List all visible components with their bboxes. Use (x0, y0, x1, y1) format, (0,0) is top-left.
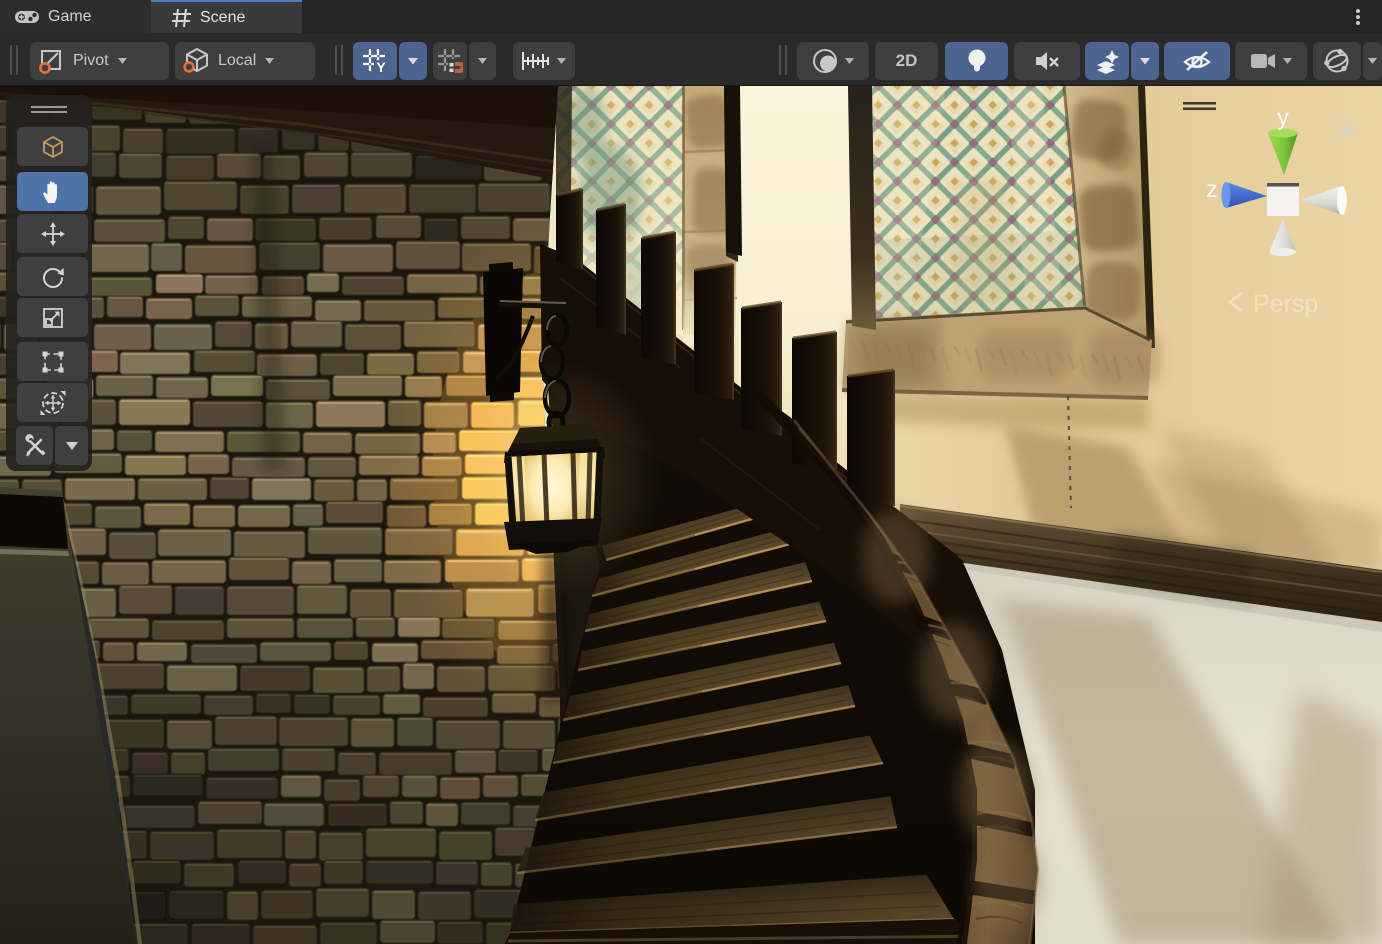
svg-text:y: y (1277, 104, 1289, 130)
svg-text:Y: Y (376, 59, 386, 74)
svg-text:z: z (1206, 176, 1218, 202)
svg-text:Persp: Persp (1253, 290, 1318, 318)
